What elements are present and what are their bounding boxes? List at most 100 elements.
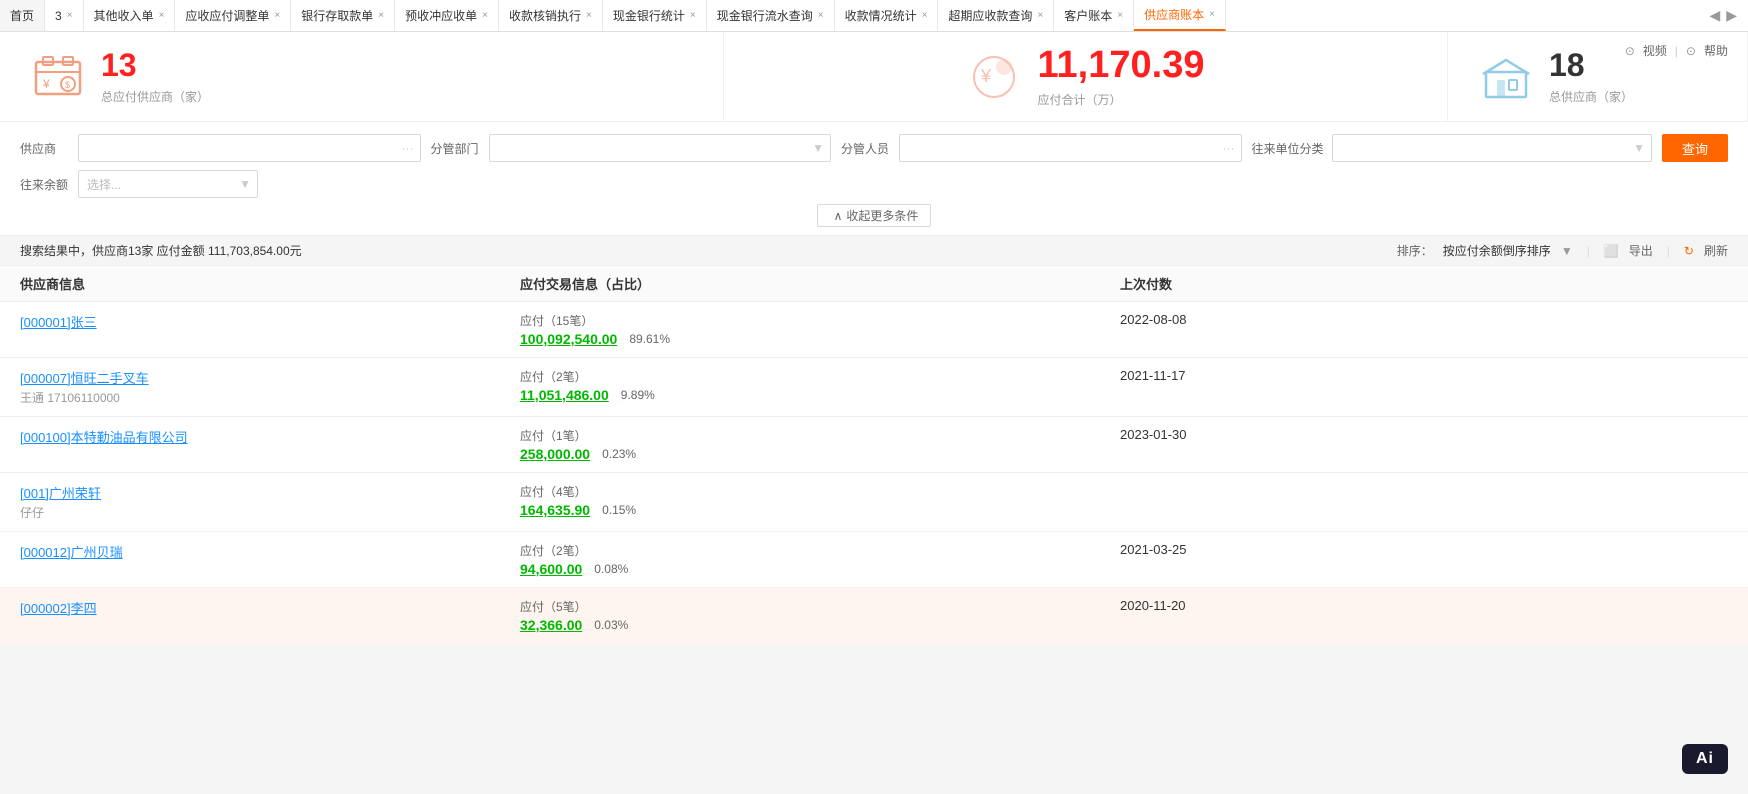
nav-recvstat-label: 收款情况统计 xyxy=(845,7,917,24)
nav-income-close[interactable]: × xyxy=(159,10,165,21)
nav-prepay-label: 预收冲应收单 xyxy=(405,7,477,24)
nav-overdue[interactable]: 超期应收款查询 × xyxy=(938,0,1054,31)
nav-bank-close[interactable]: × xyxy=(378,10,384,21)
stat-block-supplier-count: ¥ $ 13 总应付供应商（家） xyxy=(0,32,724,121)
refresh-icon: ↻ xyxy=(1684,244,1694,258)
stats-bar: ¥ $ 13 总应付供应商（家） ¥ 11,170.39 应付合计（万） xyxy=(0,32,1748,122)
nav-cashflow[interactable]: 现金银行流水查询 × xyxy=(707,0,835,31)
nav-custbook-close[interactable]: × xyxy=(1117,10,1123,21)
circle-icon2: ⊙ xyxy=(1686,44,1696,58)
table-row: [000012]广州贝瑞 应付（2笔） 94,600.00 0.08% 2021… xyxy=(0,532,1748,588)
payable-amount-3[interactable]: 258,000.00 xyxy=(520,446,590,462)
filter-dept-input[interactable]: ▼ xyxy=(489,134,832,162)
payable-row-6: 32,366.00 0.03% xyxy=(520,617,1120,633)
collapse-label: 收起更多条件 xyxy=(846,207,918,224)
payable-row-2: 11,051,486.00 9.89% xyxy=(520,387,1120,403)
nav-tab3-close[interactable]: × xyxy=(67,10,73,21)
nav-cashstat-label: 现金银行统计 xyxy=(613,7,685,24)
nav-supplierbook-close[interactable]: × xyxy=(1209,9,1215,20)
supplier-icon: ¥ $ xyxy=(30,49,85,104)
nav-recvstat-close[interactable]: × xyxy=(922,10,928,21)
export-label: 导出 xyxy=(1629,242,1653,259)
collapse-button[interactable]: ∧ 收起更多条件 xyxy=(817,204,932,227)
payable-icon: ¥ xyxy=(967,49,1022,104)
filter-person-input[interactable]: ··· xyxy=(899,134,1242,162)
last-payment-5: 2021-03-25 xyxy=(1120,542,1187,557)
video-link[interactable]: 视频 xyxy=(1643,42,1667,59)
nav-adjust[interactable]: 应收应付调整单 × xyxy=(175,0,291,31)
filter-area: 供应商 ··· 分管部门 ▼ 分管人员 ··· 往来单位分类 ▼ 查询 往来 xyxy=(0,122,1748,236)
sort-label: 排序： xyxy=(1397,242,1433,259)
supplier-table: 供应商信息 应付交易信息（占比） 上次付数 [000001]张三 应付（15笔）… xyxy=(0,266,1748,643)
supplier-link-3[interactable]: [000100]本特勤油品有限公司 xyxy=(20,430,188,445)
circle-icon: ⊙ xyxy=(1625,44,1635,58)
payable-amount-1[interactable]: 100,092,540.00 xyxy=(520,331,617,347)
supplier-link-4[interactable]: [001]广州荣轩 xyxy=(20,486,101,501)
nav-income[interactable]: 其他收入单 × xyxy=(84,0,176,31)
nav-cashflow-close[interactable]: × xyxy=(818,10,824,21)
supplier-count-number: 13 xyxy=(101,48,209,83)
nav-verify-close[interactable]: × xyxy=(586,10,592,21)
supplier-info-4: [001]广州荣轩 仔仔 xyxy=(20,483,520,521)
nav-supplierbook[interactable]: 供应商账本 × xyxy=(1134,0,1226,31)
supplier-info-1: [000001]张三 xyxy=(20,312,520,331)
payable-row-4: 164,635.90 0.15% xyxy=(520,502,1120,518)
payable-info-1: 应付（15笔） 100,092,540.00 89.61% xyxy=(520,312,1120,347)
sort-value[interactable]: 按应付余额倒序排序 xyxy=(1443,242,1551,259)
search-button[interactable]: 查询 xyxy=(1662,134,1728,162)
payable-label-6: 应付（5笔） xyxy=(520,598,1120,615)
col-header-payable: 应付交易信息（占比） xyxy=(520,274,1120,293)
export-button[interactable]: 导出 xyxy=(1629,242,1653,259)
supplier-link-1[interactable]: [000001]张三 xyxy=(20,315,97,330)
nav-adjust-label: 应收应付调整单 xyxy=(185,7,269,24)
payable-amount-2[interactable]: 11,051,486.00 xyxy=(520,387,609,403)
nav-prepay-close[interactable]: × xyxy=(482,10,488,21)
filter-category-input[interactable]: ▼ xyxy=(1332,134,1652,162)
payable-amount-4[interactable]: 164,635.90 xyxy=(520,502,590,518)
supplier-link-6[interactable]: [000002]李四 xyxy=(20,601,97,616)
top-navigation: 首页 3 × 其他收入单 × 应收应付调整单 × 银行存取款单 × 预收冲应收单… xyxy=(0,0,1748,32)
help-link[interactable]: 帮助 xyxy=(1704,42,1728,59)
table-row: [001]广州荣轩 仔仔 应付（4笔） 164,635.90 0.15% xyxy=(0,473,1748,532)
lastpay-6: 2020-11-20 xyxy=(1120,598,1728,613)
nav-adjust-close[interactable]: × xyxy=(274,10,280,21)
table-row: [000007]恒旺二手叉车 王通 17106110000 应付（2笔） 11,… xyxy=(0,358,1748,417)
supplier-count-label: 总应付供应商（家） xyxy=(101,88,209,105)
payable-percent-6: 0.03% xyxy=(594,618,628,632)
filter-balance-label: 往来余额 xyxy=(20,176,70,193)
nav-bank[interactable]: 银行存取款单 × xyxy=(291,0,395,31)
nav-recvstat[interactable]: 收款情况统计 × xyxy=(835,0,939,31)
sort-dropdown-icon[interactable]: ▼ xyxy=(1561,244,1573,258)
stat-text-supplier-count: 13 总应付供应商（家） xyxy=(101,48,209,104)
nav-custbook-label: 客户账本 xyxy=(1064,7,1112,24)
nav-cashflow-label: 现金银行流水查询 xyxy=(717,7,813,24)
refresh-button[interactable]: 刷新 xyxy=(1704,242,1728,259)
lastpay-3: 2023-01-30 xyxy=(1120,427,1728,442)
nav-arrow-left[interactable]: ◀ xyxy=(1706,7,1723,24)
supplier-link-2[interactable]: [000007]恒旺二手叉车 xyxy=(20,371,149,386)
payable-info-3: 应付（1笔） 258,000.00 0.23% xyxy=(520,427,1120,462)
lastpay-1: 2022-08-08 xyxy=(1120,312,1728,327)
supplier-sub-2: 王通 17106110000 xyxy=(20,389,520,406)
collapse-up-icon: ∧ xyxy=(834,209,843,223)
payable-total-number: 11,170.39 xyxy=(1038,45,1205,87)
filter-balance-input[interactable]: 选择... ▼ xyxy=(78,170,258,198)
ai-badge[interactable]: Ai xyxy=(1682,744,1728,774)
nav-verify[interactable]: 收款核销执行 × xyxy=(499,0,603,31)
refresh-label: 刷新 xyxy=(1704,242,1728,259)
nav-cashstat[interactable]: 现金银行统计 × xyxy=(603,0,707,31)
nav-tab3[interactable]: 3 × xyxy=(45,0,84,31)
payable-percent-5: 0.08% xyxy=(594,562,628,576)
filter-supplier-input[interactable]: ··· xyxy=(78,134,421,162)
table-row: [000002]李四 应付（5笔） 32,366.00 0.03% 2020-1… xyxy=(0,588,1748,643)
supplier-info-3: [000100]本特勤油品有限公司 xyxy=(20,427,520,446)
supplier-link-5[interactable]: [000012]广州贝瑞 xyxy=(20,545,123,560)
nav-custbook[interactable]: 客户账本 × xyxy=(1054,0,1134,31)
nav-overdue-close[interactable]: × xyxy=(1037,10,1043,21)
nav-arrow-right[interactable]: ▶ xyxy=(1723,7,1740,24)
nav-home[interactable]: 首页 xyxy=(0,0,45,31)
payable-amount-5[interactable]: 94,600.00 xyxy=(520,561,582,577)
nav-prepay[interactable]: 预收冲应收单 × xyxy=(395,0,499,31)
payable-amount-6[interactable]: 32,366.00 xyxy=(520,617,582,633)
nav-cashstat-close[interactable]: × xyxy=(690,10,696,21)
